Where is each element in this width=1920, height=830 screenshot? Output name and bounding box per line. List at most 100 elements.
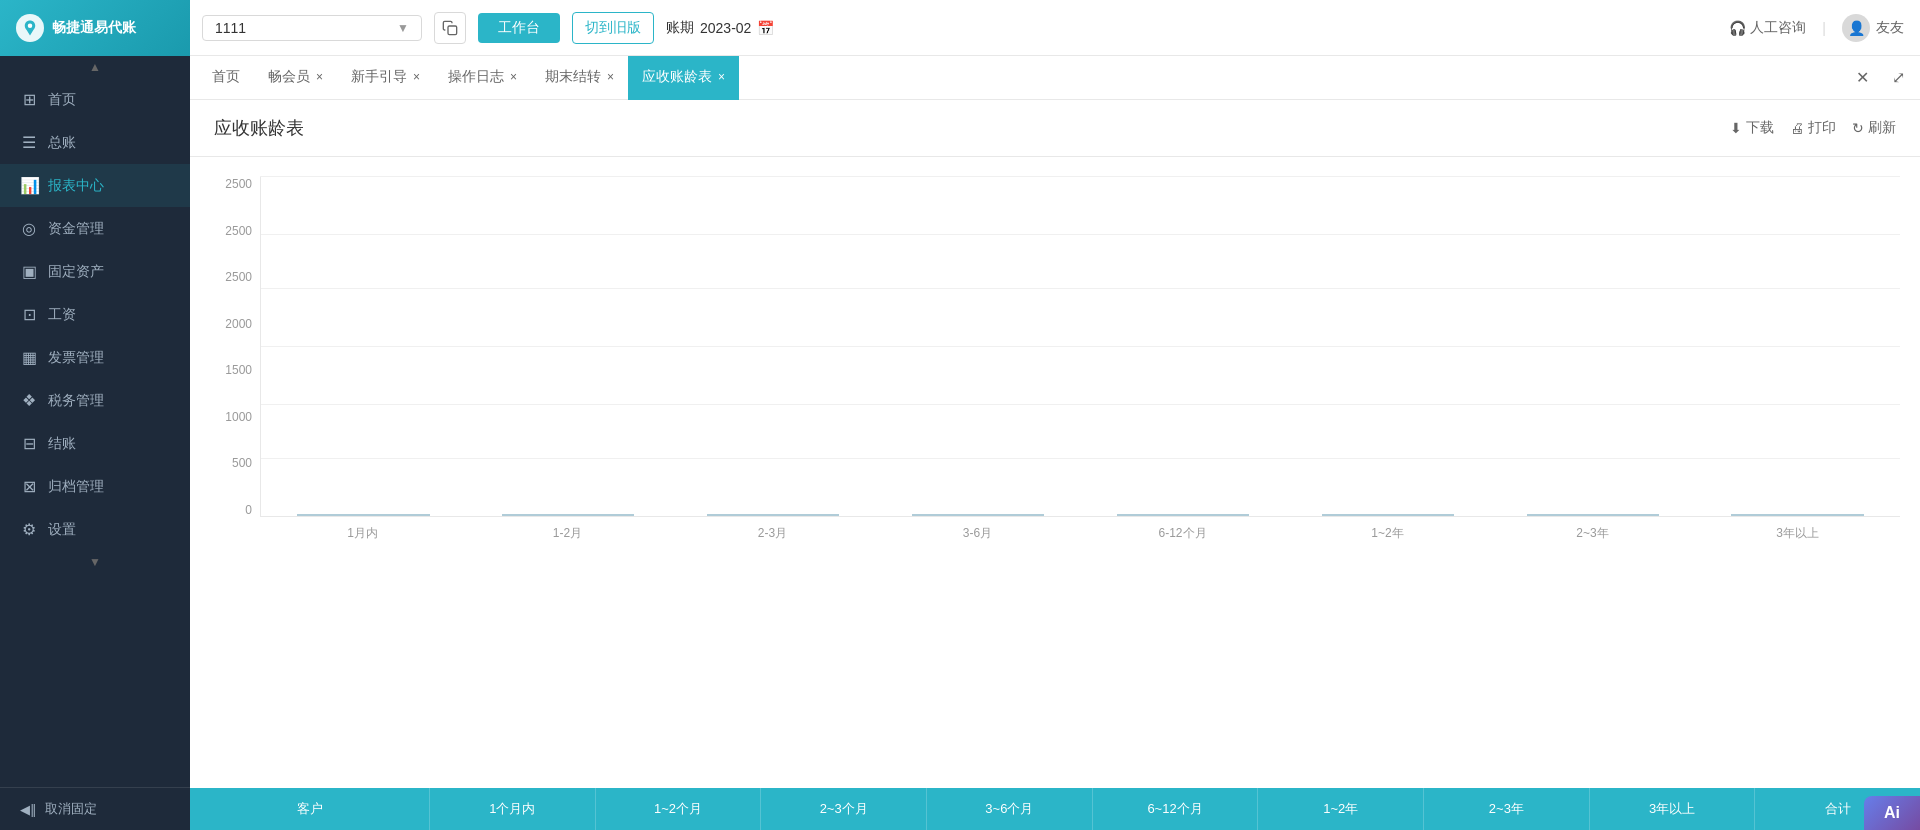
bar-group-1-2y [1285,514,1490,516]
x-label-1-2m: 1-2月 [465,517,670,557]
refresh-button[interactable]: ↻ 刷新 [1852,119,1896,137]
tab-guide[interactable]: 新手引导 × [337,56,434,100]
bar-group-2-3m [671,514,876,516]
sidebar-label-checkout: 结账 [48,435,76,453]
y-label-2500-top: 2500 [225,177,252,191]
y-label-2500-2: 2500 [225,224,252,238]
sidebar-item-invoice[interactable]: ▦ 发票管理 [0,336,190,379]
sidebar-item-tax[interactable]: ❖ 税务管理 [0,379,190,422]
sidebar-item-assets[interactable]: ▣ 固定资产 [0,250,190,293]
bar-6-12m [1117,514,1249,516]
copy-button[interactable] [434,12,466,44]
bar-group-3-6m [876,514,1081,516]
workbench-button[interactable]: 工作台 [478,13,560,43]
close-all-button[interactable]: ✕ [1848,64,1876,92]
sidebar-item-reports[interactable]: 📊 报表中心 [0,164,190,207]
tab-home[interactable]: 首页 [198,56,254,100]
print-label: 打印 [1808,119,1836,137]
x-axis: 1月内 1-2月 2-3月 3-6月 6-12个月 1~2年 2~3年 3年以上 [260,517,1900,557]
funds-icon: ◎ [20,219,38,238]
sidebar-label-ledger: 总账 [48,134,76,152]
period-area: 账期 2023-02 📅 [666,19,774,37]
company-selector[interactable]: 1111 ▼ [202,15,422,41]
table-header: 客户 1个月内 1~2个月 2~3个月 3~6个月 6~12个月 1~2年 2~… [190,788,1920,830]
bar-2-3y [1527,514,1659,516]
bar-group-3y-plus [1695,514,1900,516]
pin-icon: ◀‖ [20,802,37,817]
period-value: 2023-02 [700,20,751,36]
x-label-2-3m: 2-3月 [670,517,875,557]
sidebar-item-funds[interactable]: ◎ 资金管理 [0,207,190,250]
bar-group-6-12m [1081,514,1286,516]
tab-ar-aging-close[interactable]: × [718,70,725,84]
tab-member[interactable]: 畅会员 × [254,56,337,100]
tab-period-end[interactable]: 期末结转 × [531,56,628,100]
y-label-0: 0 [245,503,252,517]
switch-version-button[interactable]: 切到旧版 [572,12,654,44]
print-button[interactable]: 🖨 打印 [1790,119,1836,137]
x-label-1m: 1月内 [260,517,465,557]
refresh-label: 刷新 [1868,119,1896,137]
chart-bars [260,177,1900,517]
sidebar-label-assets: 固定资产 [48,263,104,281]
tab-ar-aging-label: 应收账龄表 [642,68,712,86]
page-content: 应收账龄表 ⬇ 下载 🖨 打印 ↻ 刷新 [190,100,1920,830]
bar-group-1m [261,514,466,516]
page-title: 应收账龄表 [214,116,304,140]
headset-icon: 🎧 [1729,20,1746,36]
sidebar-label-funds: 资金管理 [48,220,104,238]
sidebar-item-home[interactable]: ⊞ 首页 [0,78,190,121]
th-3-6m: 3~6个月 [927,788,1093,830]
sidebar-label-salary: 工资 [48,306,76,324]
bar-group-1-2m [466,514,671,516]
calendar-icon[interactable]: 📅 [757,20,774,36]
sidebar-label-invoice: 发票管理 [48,349,104,367]
sidebar-item-checkout[interactable]: ⊟ 结账 [0,422,190,465]
bar-2-3m [707,514,839,516]
page-header: 应收账龄表 ⬇ 下载 🖨 打印 ↻ 刷新 [190,100,1920,157]
tab-oplog-close[interactable]: × [510,70,517,84]
th-3y-plus: 3年以上 [1590,788,1756,830]
ai-badge-label: Ai [1884,804,1900,821]
archive-icon: ⊠ [20,477,38,496]
user-area[interactable]: 👤 友友 [1842,14,1904,42]
tab-oplog[interactable]: 操作日志 × [434,56,531,100]
tab-actions: ✕ ⤢ [1848,64,1912,92]
tab-member-label: 畅会员 [268,68,310,86]
bar-1-2m [502,514,634,516]
sidebar-item-settings[interactable]: ⚙ 设置 [0,508,190,551]
tab-period-end-close[interactable]: × [607,70,614,84]
tab-oplog-label: 操作日志 [448,68,504,86]
ai-badge[interactable]: Ai [1864,796,1920,830]
company-name: 1111 [215,20,391,36]
main-layout: ▲ ⊞ 首页 ☰ 总账 📊 报表中心 ◎ 资金管理 ▣ 固定资产 ⊡ 工资 ▦ … [0,56,1920,830]
cancel-pin-button[interactable]: ◀‖ 取消固定 [0,787,190,830]
tab-period-end-label: 期末结转 [545,68,601,86]
download-button[interactable]: ⬇ 下载 [1730,119,1774,137]
tab-ar-aging[interactable]: 应收账龄表 × [628,56,739,100]
y-label-1000: 1000 [225,410,252,424]
sidebar-label-archive: 归档管理 [48,478,104,496]
th-customer: 客户 [190,788,430,830]
header-right: 🎧 人工咨询 | 👤 友友 [1729,14,1904,42]
ledger-icon: ☰ [20,133,38,152]
scroll-up-arrow[interactable]: ▲ [0,56,190,78]
period-label: 账期 [666,19,694,37]
consult-button[interactable]: 🎧 人工咨询 [1729,19,1806,37]
x-label-6-12m: 6-12个月 [1080,517,1285,557]
bar-1m [297,514,429,516]
assets-icon: ▣ [20,262,38,281]
tab-member-close[interactable]: × [316,70,323,84]
tab-guide-close[interactable]: × [413,70,420,84]
download-icon: ⬇ [1730,120,1742,136]
sidebar-item-archive[interactable]: ⊠ 归档管理 [0,465,190,508]
scroll-down-arrow[interactable]: ▼ [0,551,190,573]
dropdown-icon: ▼ [397,21,409,35]
sidebar-label-home: 首页 [48,91,76,109]
page-actions: ⬇ 下载 🖨 打印 ↻ 刷新 [1730,119,1896,137]
maximize-button[interactable]: ⤢ [1884,64,1912,92]
sidebar-item-ledger[interactable]: ☰ 总账 [0,121,190,164]
th-1-2m: 1~2个月 [596,788,762,830]
sidebar-item-salary[interactable]: ⊡ 工资 [0,293,190,336]
th-2-3y: 2~3年 [1424,788,1590,830]
